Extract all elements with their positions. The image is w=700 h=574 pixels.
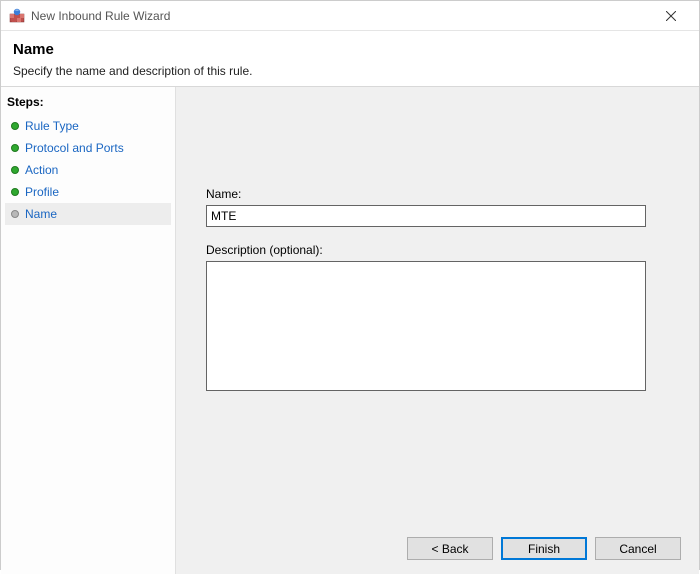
close-icon xyxy=(666,11,676,21)
step-rule-type[interactable]: Rule Type xyxy=(5,115,171,137)
cancel-button[interactable]: Cancel xyxy=(595,537,681,560)
step-bullet-icon xyxy=(11,144,19,152)
step-label: Name xyxy=(25,207,57,221)
wizard-header: Name Specify the name and description of… xyxy=(1,31,699,87)
step-label: Rule Type xyxy=(25,119,79,133)
description-label: Description (optional): xyxy=(206,243,669,257)
step-label: Action xyxy=(25,163,58,177)
step-protocol-and-ports[interactable]: Protocol and Ports xyxy=(5,137,171,159)
name-label: Name: xyxy=(206,187,669,201)
steps-heading: Steps: xyxy=(5,95,171,115)
back-button[interactable]: < Back xyxy=(407,537,493,560)
wizard-body: Steps: Rule Type Protocol and Ports Acti… xyxy=(1,87,699,574)
window-title: New Inbound Rule Wizard xyxy=(31,9,651,23)
step-label: Profile xyxy=(25,185,59,199)
step-action[interactable]: Action xyxy=(5,159,171,181)
step-bullet-icon xyxy=(11,210,19,218)
step-bullet-icon xyxy=(11,122,19,130)
button-row: < Back Finish Cancel xyxy=(407,537,681,560)
page-title: Name xyxy=(13,41,687,58)
step-name[interactable]: Name xyxy=(5,203,171,225)
finish-button[interactable]: Finish xyxy=(501,537,587,560)
content-panel: Name: Description (optional): < Back Fin… xyxy=(176,87,699,574)
step-label: Protocol and Ports xyxy=(25,141,124,155)
step-profile[interactable]: Profile xyxy=(5,181,171,203)
firewall-icon xyxy=(9,8,25,24)
step-bullet-icon xyxy=(11,188,19,196)
page-subtitle: Specify the name and description of this… xyxy=(13,64,687,78)
titlebar: New Inbound Rule Wizard xyxy=(1,1,699,31)
steps-sidebar: Steps: Rule Type Protocol and Ports Acti… xyxy=(1,87,176,574)
name-input[interactable] xyxy=(206,205,646,227)
description-input[interactable] xyxy=(206,261,646,391)
close-button[interactable] xyxy=(651,2,691,30)
step-bullet-icon xyxy=(11,166,19,174)
